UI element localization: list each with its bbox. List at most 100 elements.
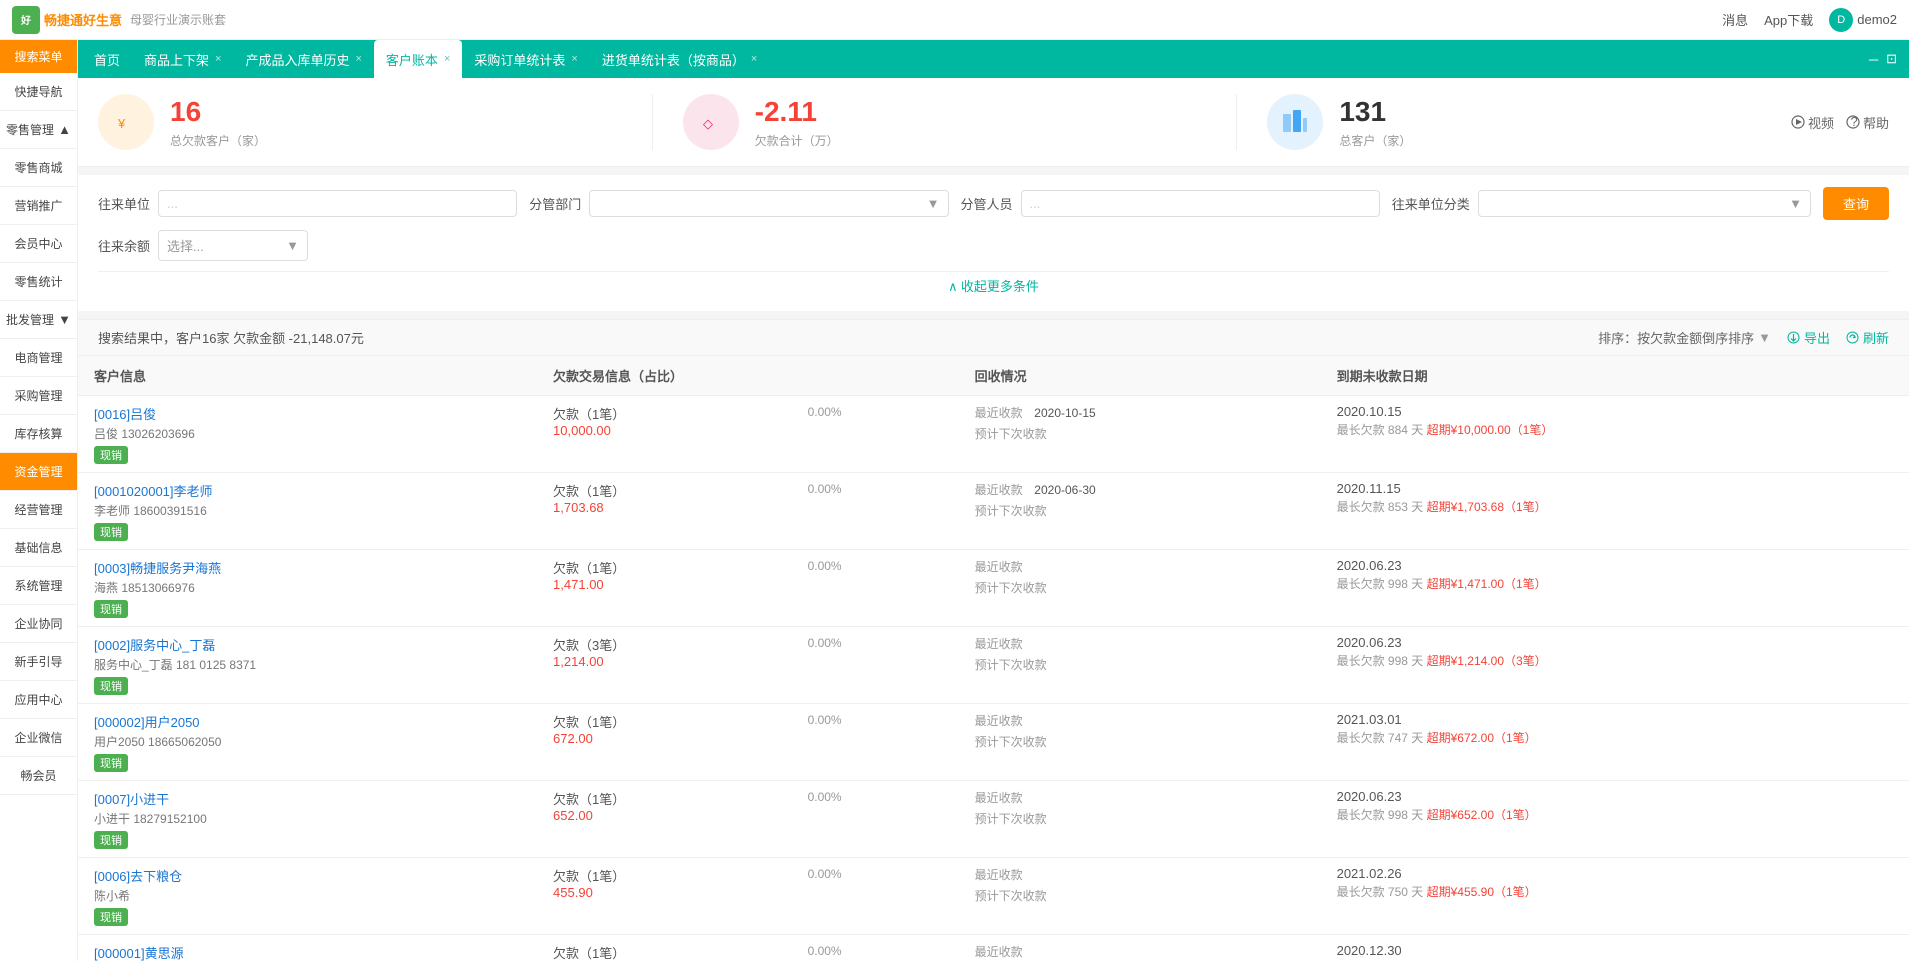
- tab-history-close[interactable]: ×: [355, 53, 361, 65]
- tab-purchase-close[interactable]: ×: [571, 53, 577, 65]
- sidebar-item-changhui[interactable]: 畅会员: [0, 757, 77, 795]
- stat-label-2: 欠款合计（万）: [755, 132, 839, 149]
- tab-accounts-close[interactable]: ×: [444, 53, 450, 65]
- sidebar-item-zijin[interactable]: 资金管理: [0, 453, 77, 491]
- overdue-amount-1[interactable]: 超期¥1,703.68（1笔）: [1427, 500, 1547, 514]
- sidebar-item-jingying[interactable]: 经营管理: [0, 491, 77, 529]
- tab-minimize-btn[interactable]: －: [1867, 50, 1880, 69]
- amount-1[interactable]: 1,703.68: [553, 500, 768, 515]
- sidebar-item-lingtong[interactable]: 零售统计: [0, 263, 77, 301]
- customer-name-4[interactable]: [000002]用户2050: [94, 712, 521, 731]
- sidebar-item-caigou[interactable]: 采购管理: [0, 377, 77, 415]
- search-button[interactable]: 查询: [1823, 187, 1889, 220]
- sidebar-item-qiyewx[interactable]: 企业微信: [0, 719, 77, 757]
- cell-debt-3: 欠款（3笔） 1,214.00: [537, 627, 784, 704]
- customer-name-7[interactable]: [000001]黄思源: [94, 943, 521, 961]
- sort-dropdown[interactable]: 排序：按欠款金额倒序排序 ▼: [1598, 328, 1771, 347]
- sidebar-item-yingyong[interactable]: 应用中心: [0, 681, 77, 719]
- debt-label-7: 欠款（1笔）: [553, 943, 768, 961]
- stat-label-3: 总客户（家）: [1339, 132, 1411, 149]
- sidebar-item-dianshang[interactable]: 电商管理: [0, 339, 77, 377]
- customer-name-5[interactable]: [0007]小进干: [94, 789, 521, 808]
- sidebar-item-xinshou[interactable]: 新手引导: [0, 643, 77, 681]
- filter-input-unit[interactable]: ...: [158, 190, 517, 217]
- filter-input-person[interactable]: ...: [1021, 190, 1380, 217]
- tab-incoming-close[interactable]: ×: [751, 53, 757, 65]
- username: demo2: [1857, 12, 1897, 27]
- help-btn[interactable]: ? 帮助: [1846, 113, 1889, 132]
- customer-name-2[interactable]: [0003]畅捷服务尹海燕: [94, 558, 521, 577]
- sidebar-item-kucun[interactable]: 库存核算: [0, 415, 77, 453]
- sidebar-item-lingshang[interactable]: 零售商城: [0, 149, 77, 187]
- tab-purchase[interactable]: 采购订单统计表 ×: [462, 40, 589, 78]
- tab-maximize-btn[interactable]: ⊡: [1886, 51, 1897, 67]
- sidebar-item-lingshou[interactable]: 零售管理 ▲: [0, 111, 77, 149]
- overdue-amount-4[interactable]: 超期¥672.00（1笔）: [1427, 731, 1537, 745]
- overdue-amount-5[interactable]: 超期¥652.00（1笔）: [1427, 808, 1537, 822]
- export-btn[interactable]: 导出: [1787, 328, 1830, 347]
- collapse-more-btn[interactable]: ∧ 收起更多条件: [98, 271, 1889, 299]
- customer-name-1[interactable]: [0001020001]李老师: [94, 481, 521, 500]
- user-avatar[interactable]: D demo2: [1829, 8, 1897, 32]
- sidebar-item-huiyuan[interactable]: 会员中心: [0, 225, 77, 263]
- sidebar-item-kuaijie[interactable]: 快捷导航: [0, 73, 77, 111]
- app-download-btn[interactable]: App下载: [1764, 10, 1813, 29]
- tab-bar-actions: － ⊡: [1867, 50, 1905, 69]
- tab-history[interactable]: 产成品入库单历史 ×: [233, 40, 373, 78]
- cell-debt-2: 欠款（1笔） 1,471.00: [537, 550, 784, 627]
- tab-home[interactable]: 首页: [82, 40, 132, 78]
- content-area: 首页 商品上下架 × 产成品入库单历史 × 客户账本 × 采购订单统计表 × 进…: [78, 40, 1909, 961]
- amount-2[interactable]: 1,471.00: [553, 577, 768, 592]
- filter-select-category[interactable]: ▼: [1478, 190, 1811, 217]
- sidebar-item-jichu[interactable]: 基础信息: [0, 529, 77, 567]
- customer-name-0[interactable]: [0016]吕俊: [94, 404, 521, 423]
- stat-actions: 视频 ? 帮助: [1791, 113, 1889, 132]
- overdue-amount-6[interactable]: 超期¥455.90（1笔）: [1427, 885, 1537, 899]
- pct-4: 0.00%: [808, 713, 842, 727]
- due-days-2: 最长欠款 998 天 超期¥1,471.00（1笔）: [1337, 575, 1893, 592]
- sidebar-item-yingxiao[interactable]: 营销推广: [0, 187, 77, 225]
- overdue-amount-0[interactable]: 超期¥10,000.00（1笔）: [1427, 423, 1554, 437]
- cell-recovery-4: 最近收款 预计下次收款: [959, 704, 1321, 781]
- amount-4[interactable]: 672.00: [553, 731, 768, 746]
- tab-accounts[interactable]: 客户账本 ×: [374, 40, 462, 78]
- filter-item-dept: 分管部门 ▼: [529, 190, 948, 217]
- recovery-next-2: 预计下次收款: [975, 579, 1305, 596]
- pct-3: 0.00%: [808, 636, 842, 650]
- cell-pct-0: 0.00%: [784, 396, 959, 473]
- chevron-down-icon-bal: ▼: [286, 238, 299, 253]
- export-icon: [1787, 331, 1800, 344]
- cell-recovery-5: 最近收款 预计下次收款: [959, 781, 1321, 858]
- overdue-amount-2[interactable]: 超期¥1,471.00（1笔）: [1427, 577, 1547, 591]
- tab-products-close[interactable]: ×: [215, 53, 221, 65]
- overdue-amount-3[interactable]: 超期¥1,214.00（3笔）: [1427, 654, 1547, 668]
- cell-debt-4: 欠款（1笔） 672.00: [537, 704, 784, 781]
- filter-select-balance[interactable]: 选择... ▼: [158, 230, 308, 261]
- amount-3[interactable]: 1,214.00: [553, 654, 768, 669]
- svg-text:?: ?: [1850, 115, 1857, 129]
- sidebar-item-qiye[interactable]: 企业协同: [0, 605, 77, 643]
- sidebar-item-pifa[interactable]: 批发管理 ▼: [0, 301, 77, 339]
- table-row: [0016]吕俊 吕俊 13026203696 现销 欠款（1笔） 10,000…: [78, 396, 1909, 473]
- tab-products[interactable]: 商品上下架 ×: [132, 40, 233, 78]
- filter-label-balance: 往来余额: [98, 236, 150, 255]
- cell-debt-7: 欠款（1笔） 429.00: [537, 935, 784, 961]
- tab-incoming[interactable]: 进货单统计表（按商品） ×: [590, 40, 769, 78]
- recovery-label-5: 最近收款: [975, 791, 1023, 805]
- customer-name-3[interactable]: [0002]服务中心_丁磊: [94, 635, 521, 654]
- refresh-btn[interactable]: 刷新: [1846, 328, 1889, 347]
- sidebar-search[interactable]: 搜索菜单: [0, 40, 77, 73]
- recovery-label-0: 最近收款: [975, 406, 1023, 420]
- filter-select-dept[interactable]: ▼: [589, 190, 948, 217]
- help-label: 帮助: [1863, 113, 1889, 132]
- amount-0[interactable]: 10,000.00: [553, 423, 768, 438]
- message-btn[interactable]: 消息: [1722, 10, 1748, 29]
- customer-name-6[interactable]: [0006]去下粮仓: [94, 866, 521, 885]
- amount-6[interactable]: 455.90: [553, 885, 768, 900]
- stat-block-2: ◇ -2.11 欠款合计（万）: [683, 94, 1238, 150]
- amount-5[interactable]: 652.00: [553, 808, 768, 823]
- sidebar-item-xitong[interactable]: 系统管理: [0, 567, 77, 605]
- tab-incoming-label: 进货单统计表（按商品）: [602, 50, 745, 69]
- cell-pct-4: 0.00%: [784, 704, 959, 781]
- video-btn[interactable]: 视频: [1791, 113, 1834, 132]
